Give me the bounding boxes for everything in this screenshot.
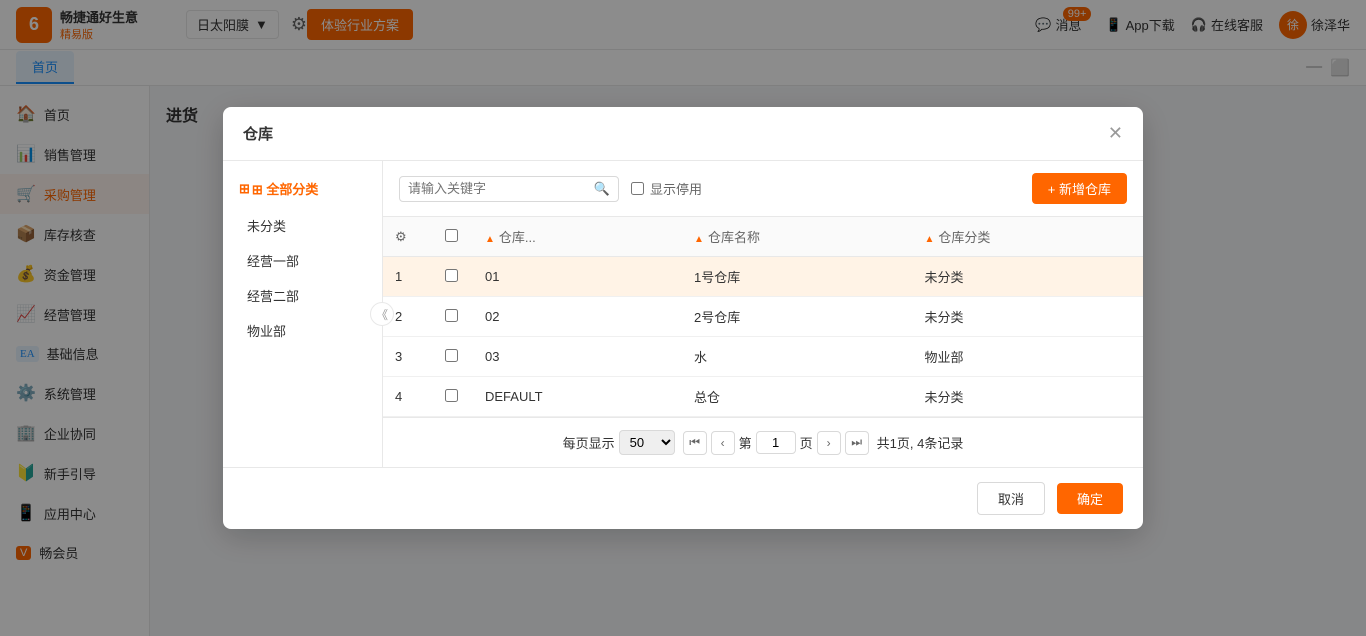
col-code: ▲仓库... [473, 217, 682, 257]
modal-footer: 取消 确定 [223, 467, 1143, 529]
row-code: DEFAULT [473, 377, 682, 417]
search-box: 🔍 [399, 176, 619, 202]
row-code: 03 [473, 337, 682, 377]
row-index: 3 [383, 337, 433, 377]
row-category: 物业部 [913, 337, 1143, 377]
row-index: 4 [383, 377, 433, 417]
add-warehouse-button[interactable]: + 新增仓库 [1032, 173, 1127, 204]
category-item-dept1[interactable]: 经营一部 [223, 243, 382, 278]
table-area: 🔍 显示停用 + 新增仓库 ⚙ [383, 161, 1143, 467]
category-item-property[interactable]: 物业部 [223, 313, 382, 348]
row-checkbox[interactable] [433, 257, 473, 297]
data-table: ⚙ ▲仓库... ▲仓库名称 ▲仓库分类 1 01 [383, 217, 1143, 417]
total-info: 共1页, 4条记录 [877, 433, 964, 452]
category-item-dept2[interactable]: 经营二部 [223, 278, 382, 313]
row-checkbox[interactable] [433, 377, 473, 417]
table-toolbar: 🔍 显示停用 + 新增仓库 [383, 161, 1143, 217]
table-row[interactable]: 4 DEFAULT 总仓 未分类 [383, 377, 1143, 417]
modal-header: 仓库 ✕ [223, 107, 1143, 161]
search-icon[interactable]: 🔍 [594, 181, 610, 197]
category-sidebar: ⊞ ⊞ 全部分类 未分类 经营一部 经营二部 物业部 《 [223, 161, 383, 467]
warehouse-modal: 仓库 ✕ ⊞ ⊞ 全部分类 未分类 经营一部 经营二部 物业部 《 [223, 107, 1143, 529]
grid-icon: ⊞ [239, 181, 250, 197]
modal-close-button[interactable]: ✕ [1108, 123, 1123, 144]
pagination: 每页显示 50 100 200 ⏮ ‹ 第 页 › [383, 417, 1143, 467]
category-item-unclassified[interactable]: 未分类 [223, 208, 382, 243]
col-gear: ⚙ [383, 217, 433, 257]
row-category: 未分类 [913, 257, 1143, 297]
page-navigation: ⏮ ‹ 第 页 › ⏭ [683, 431, 869, 455]
table-row[interactable]: 2 02 2号仓库 未分类 [383, 297, 1143, 337]
row-name: 总仓 [682, 377, 912, 417]
next-page-button[interactable]: › [817, 431, 841, 455]
show-disabled-label[interactable]: 显示停用 [631, 179, 702, 198]
cancel-button[interactable]: 取消 [977, 482, 1045, 515]
category-all[interactable]: ⊞ ⊞ 全部分类 [223, 169, 382, 208]
row-code: 01 [473, 257, 682, 297]
row-index: 1 [383, 257, 433, 297]
prev-page-button[interactable]: ‹ [711, 431, 735, 455]
col-name: ▲仓库名称 [682, 217, 912, 257]
col-category: ▲仓库分类 [913, 217, 1143, 257]
show-disabled-checkbox[interactable] [631, 182, 644, 195]
row-name: 2号仓库 [682, 297, 912, 337]
row-category: 未分类 [913, 297, 1143, 337]
table-row[interactable]: 1 01 1号仓库 未分类 [383, 257, 1143, 297]
modal-title: 仓库 [243, 123, 273, 144]
per-page-select: 每页显示 50 100 200 [563, 430, 675, 455]
first-page-button[interactable]: ⏮ [683, 431, 707, 455]
per-page-dropdown[interactable]: 50 100 200 [619, 430, 675, 455]
select-all-checkbox[interactable] [445, 229, 458, 242]
page-number-input[interactable] [756, 431, 796, 454]
table-row[interactable]: 3 03 水 物业部 [383, 337, 1143, 377]
confirm-button[interactable]: 确定 [1057, 483, 1123, 514]
collapse-sidebar-button[interactable]: 《 [370, 302, 394, 326]
modal-overlay: 仓库 ✕ ⊞ ⊞ 全部分类 未分类 经营一部 经营二部 物业部 《 [0, 0, 1366, 636]
search-input[interactable] [408, 181, 588, 196]
last-page-button[interactable]: ⏭ [845, 431, 869, 455]
col-checkbox [433, 217, 473, 257]
row-checkbox[interactable] [433, 337, 473, 377]
table-header-row: ⚙ ▲仓库... ▲仓库名称 ▲仓库分类 [383, 217, 1143, 257]
row-code: 02 [473, 297, 682, 337]
modal-body: ⊞ ⊞ 全部分类 未分类 经营一部 经营二部 物业部 《 🔍 [223, 161, 1143, 467]
row-name: 水 [682, 337, 912, 377]
row-name: 1号仓库 [682, 257, 912, 297]
row-checkbox[interactable] [433, 297, 473, 337]
row-category: 未分类 [913, 377, 1143, 417]
